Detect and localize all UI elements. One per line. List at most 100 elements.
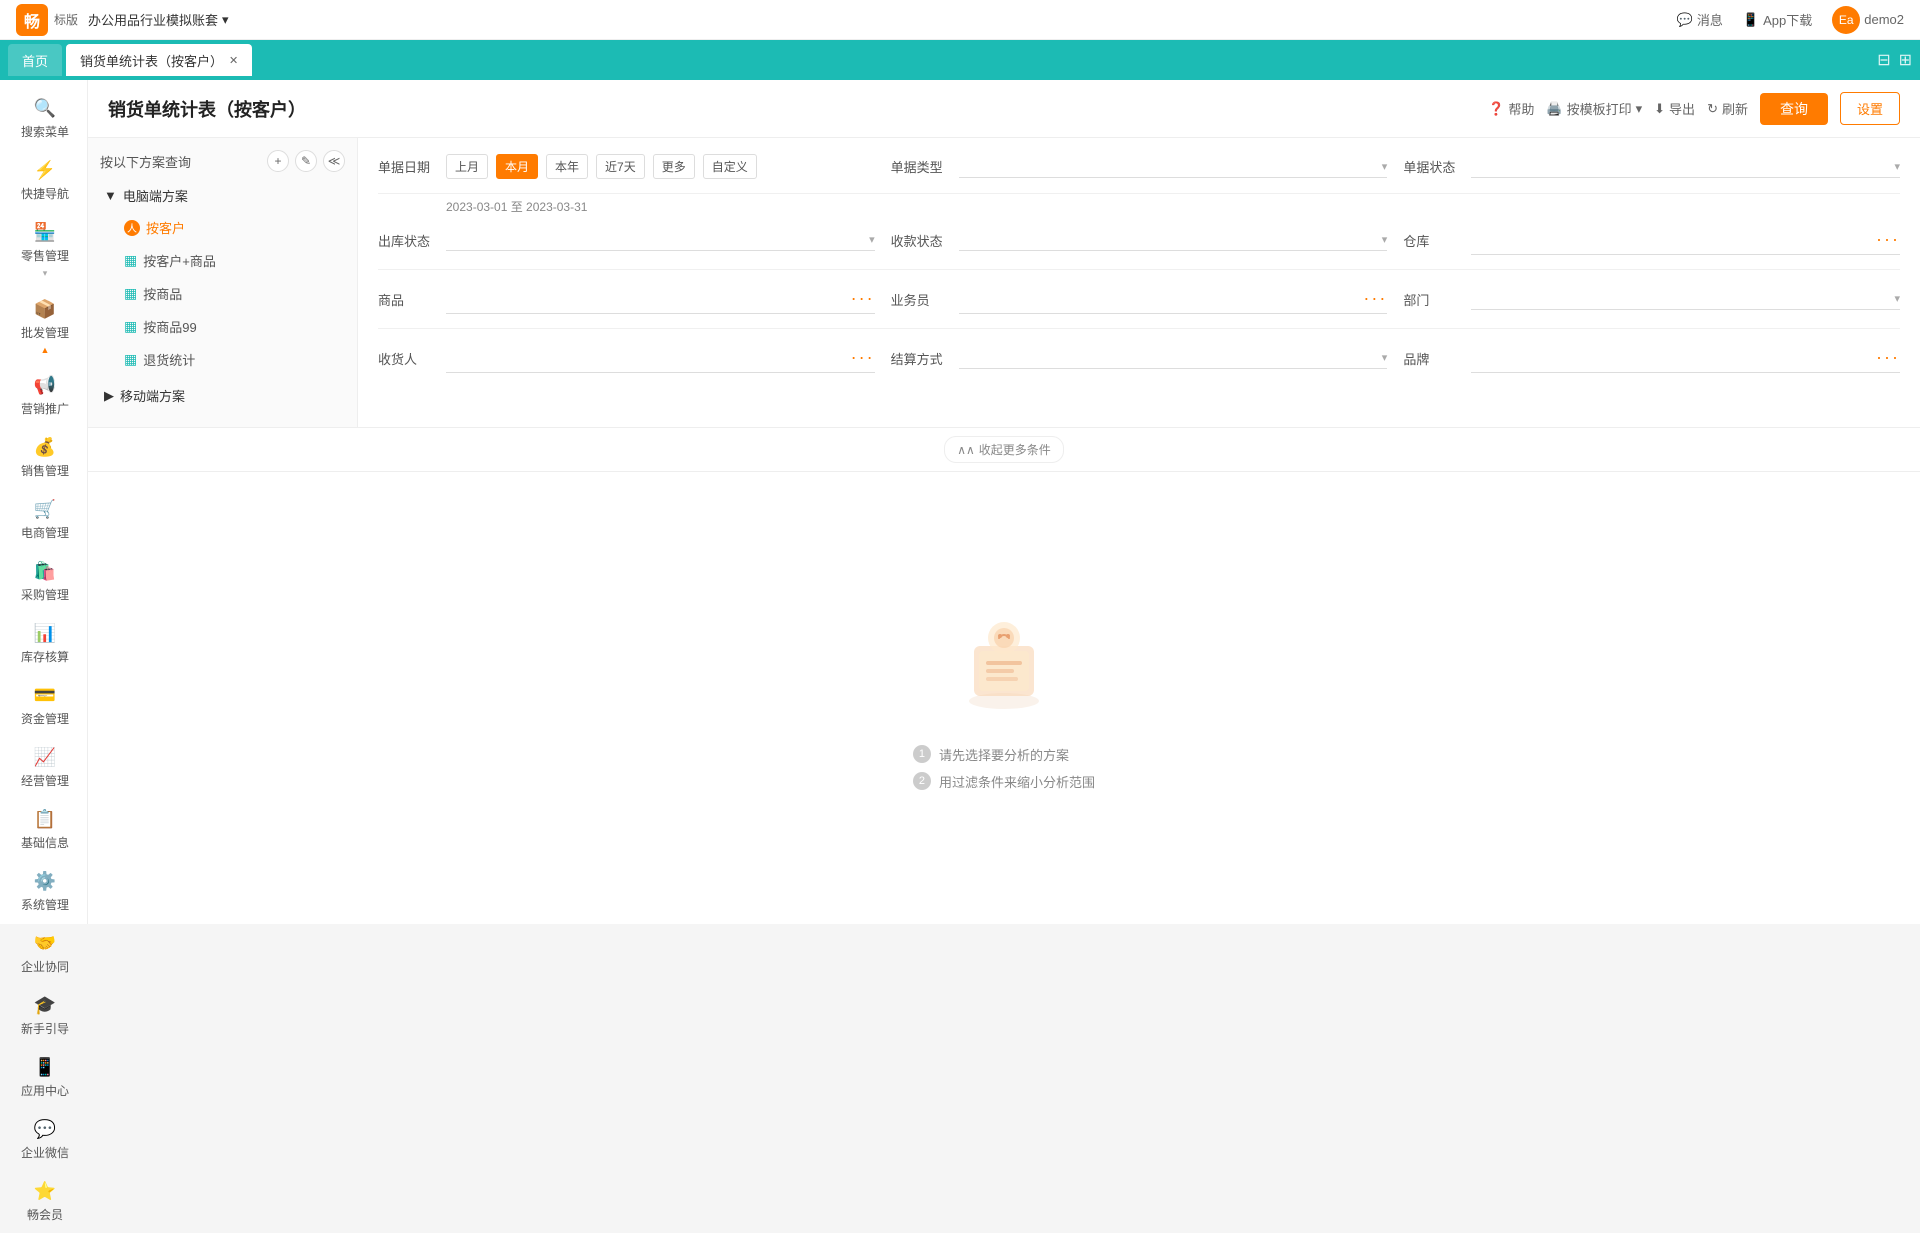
date-last-month-btn[interactable]: 上月 [446,154,488,179]
scheme-item-by-goods-99[interactable]: ▦ 按商品99 [88,310,357,343]
receipt-status-input[interactable]: ▾ [959,229,1388,251]
warehouse-field: 仓库 ··· [1403,225,1900,255]
sidebar-item-membership[interactable]: ⭐ 畅会员 [0,1171,87,1233]
message-btn[interactable]: 💬 消息 [1677,10,1723,29]
chevron-down-icon: ▾ [1382,160,1388,173]
sidebar-item-enterprise-wechat[interactable]: 💬 企业微信 [0,1109,87,1171]
refresh-btn[interactable]: ↻ 刷新 [1707,99,1748,118]
sidebar-item-label: 批发管理 [21,324,69,341]
doc-status-input[interactable]: ▾ [1471,156,1900,178]
export-btn[interactable]: ⬇ 导出 [1654,99,1695,118]
salesperson-input[interactable]: ··· [959,284,1388,314]
sidebar-item-purchase[interactable]: 🛍️ 采购管理 [0,551,87,613]
message-icon: 💬 [1677,12,1693,28]
warehouse-label: 仓库 [1403,231,1463,250]
print-icon: 🖨️ [1546,101,1562,117]
tab-close-icon[interactable]: ✕ [229,54,238,67]
sidebar-item-ecommerce[interactable]: 🛒 电商管理 [0,489,87,551]
more-icon: ··· [1876,347,1900,368]
brand-label: 品牌 [1403,349,1463,368]
sidebar-item-label: 零售管理 [21,247,69,264]
doc-type-input[interactable]: ▾ [959,156,1388,178]
scheme-item-by-customer[interactable]: 人 按客户 [88,211,357,244]
collapse-scheme-btn[interactable]: ≪ [323,150,345,172]
scheme-item-by-goods[interactable]: ▦ 按商品 [88,277,357,310]
industry-selector[interactable]: 办公用品行业模拟账套 ▾ [88,10,229,29]
logo-area: 畅 标版 [16,4,78,36]
sidebar-item-label: 企业微信 [21,1144,69,1161]
warehouse-input[interactable]: ··· [1471,225,1900,255]
tab-maximize-icon[interactable]: ⊞ [1899,50,1912,70]
purchase-icon: 🛍️ [34,561,56,582]
operations-icon: 📈 [34,747,56,768]
finance-icon: 💳 [34,685,56,706]
quick-nav-icon: ⚡ [34,160,56,181]
sidebar-item-search-menu[interactable]: 🔍 搜索菜单 [0,88,87,150]
edit-scheme-btn[interactable]: ✎ [295,150,317,172]
sidebar-item-newbie[interactable]: 🎓 新手引导 [0,985,87,1047]
date-last-7-days-btn[interactable]: 近7天 [596,154,645,179]
date-this-year-btn[interactable]: 本年 [546,154,588,179]
user-icon: 人 [124,220,140,236]
date-more-btn[interactable]: 更多 [653,154,695,179]
sidebar-item-finance[interactable]: 💳 资金管理 [0,675,87,737]
sidebar-item-retail[interactable]: 🏪 零售管理 ▾ [0,212,87,289]
tab-home[interactable]: 首页 [8,44,62,76]
sidebar-item-label: 畅会员 [27,1206,63,1223]
settlement-input[interactable]: ▾ [959,347,1388,369]
date-range-display: 2023-03-01 至 2023-03-31 [446,200,587,214]
bar-chart-icon: ▦ [124,252,137,269]
page-title: 销货单统计表（按客户） [108,96,306,134]
goods-field: 商品 ··· [378,284,875,314]
sidebar-item-enterprise[interactable]: 🤝 企业协同 [0,923,87,985]
scheme-item-by-customer-goods[interactable]: ▦ 按客户+商品 [88,244,357,277]
date-custom-btn[interactable]: 自定义 [703,154,757,179]
sales-stat-tab-label: 销货单统计表（按客户） [80,51,223,70]
tab-sales-stat[interactable]: 销货单统计表（按客户） ✕ [66,44,252,76]
app-download-btn[interactable]: 📱 App下载 [1743,10,1812,29]
help-btn[interactable]: ❓ 帮助 [1488,99,1534,118]
scheme-item-return-stat[interactable]: ▦ 退货统计 [88,343,357,376]
sidebar-item-sales[interactable]: 💰 销售管理 [0,427,87,489]
date-filter: 上月 本月 本年 近7天 更多 自定义 [446,154,757,179]
sales-icon: 💰 [34,437,56,458]
chevron-up-icon: ▲ [41,345,50,355]
out-status-input[interactable]: ▾ [446,229,875,251]
date-this-month-btn[interactable]: 本月 [496,154,538,179]
more-icon: ··· [851,347,875,368]
retail-icon: 🏪 [34,222,56,243]
out-status-label: 出库状态 [378,231,438,250]
settings-button[interactable]: 设置 [1840,92,1900,125]
brand-input[interactable]: ··· [1471,343,1900,373]
sidebar-item-wholesale[interactable]: 📦 批发管理 ▲ [0,289,87,365]
filter-fields-panel: 单据日期 上月 本月 本年 近7天 更多 自定义 单据类型 [358,138,1920,427]
sidebar-item-app-center[interactable]: 📱 应用中心 [0,1047,87,1109]
sidebar-item-system[interactable]: ⚙️ 系统管理 [0,861,87,923]
add-scheme-btn[interactable]: + [267,150,289,172]
chevron-down-icon: ▾ [43,268,48,279]
dept-input[interactable]: ▾ [1471,288,1900,310]
template-print-btn[interactable]: 🖨️ 按模板打印 ▾ [1546,99,1642,118]
collapse-btn[interactable]: ∧∧ 收起更多条件 [944,436,1064,463]
scheme-group-pc-title[interactable]: ▼ 电脑端方案 [88,180,357,211]
dept-field: 部门 ▾ [1403,284,1900,314]
sidebar-item-label: 销售管理 [21,462,69,479]
sidebar-item-inventory[interactable]: 📊 库存核算 [0,613,87,675]
tab-minimize-icon[interactable]: ⊟ [1877,50,1890,70]
enterprise-icon: 🤝 [34,933,56,954]
sidebar-item-label: 资金管理 [21,710,69,727]
sidebar-item-operations[interactable]: 📈 经营管理 [0,737,87,799]
sidebar-item-basic[interactable]: 📋 基础信息 [0,799,87,861]
top-bar-right: 💬 消息 📱 App下载 Ea demo2 [1677,6,1904,34]
user-menu[interactable]: Ea demo2 [1832,6,1904,34]
goods-input[interactable]: ··· [446,284,875,314]
sidebar-item-quick-nav[interactable]: ⚡ 快捷导航 [0,150,87,212]
query-button[interactable]: 查询 [1760,93,1828,125]
collapse-up-icon: ∧∧ [957,443,975,457]
sidebar-item-marketing[interactable]: 📢 营销推广 [0,365,87,427]
recipient-input[interactable]: ··· [446,343,875,373]
sidebar-item-label: 经营管理 [21,772,69,789]
date-field: 单据日期 上月 本月 本年 近7天 更多 自定义 [378,154,875,179]
scheme-group-mobile-title[interactable]: ▶ 移动端方案 [88,380,357,411]
scheme-header: 按以下方案查询 + ✎ ≪ [88,150,357,180]
